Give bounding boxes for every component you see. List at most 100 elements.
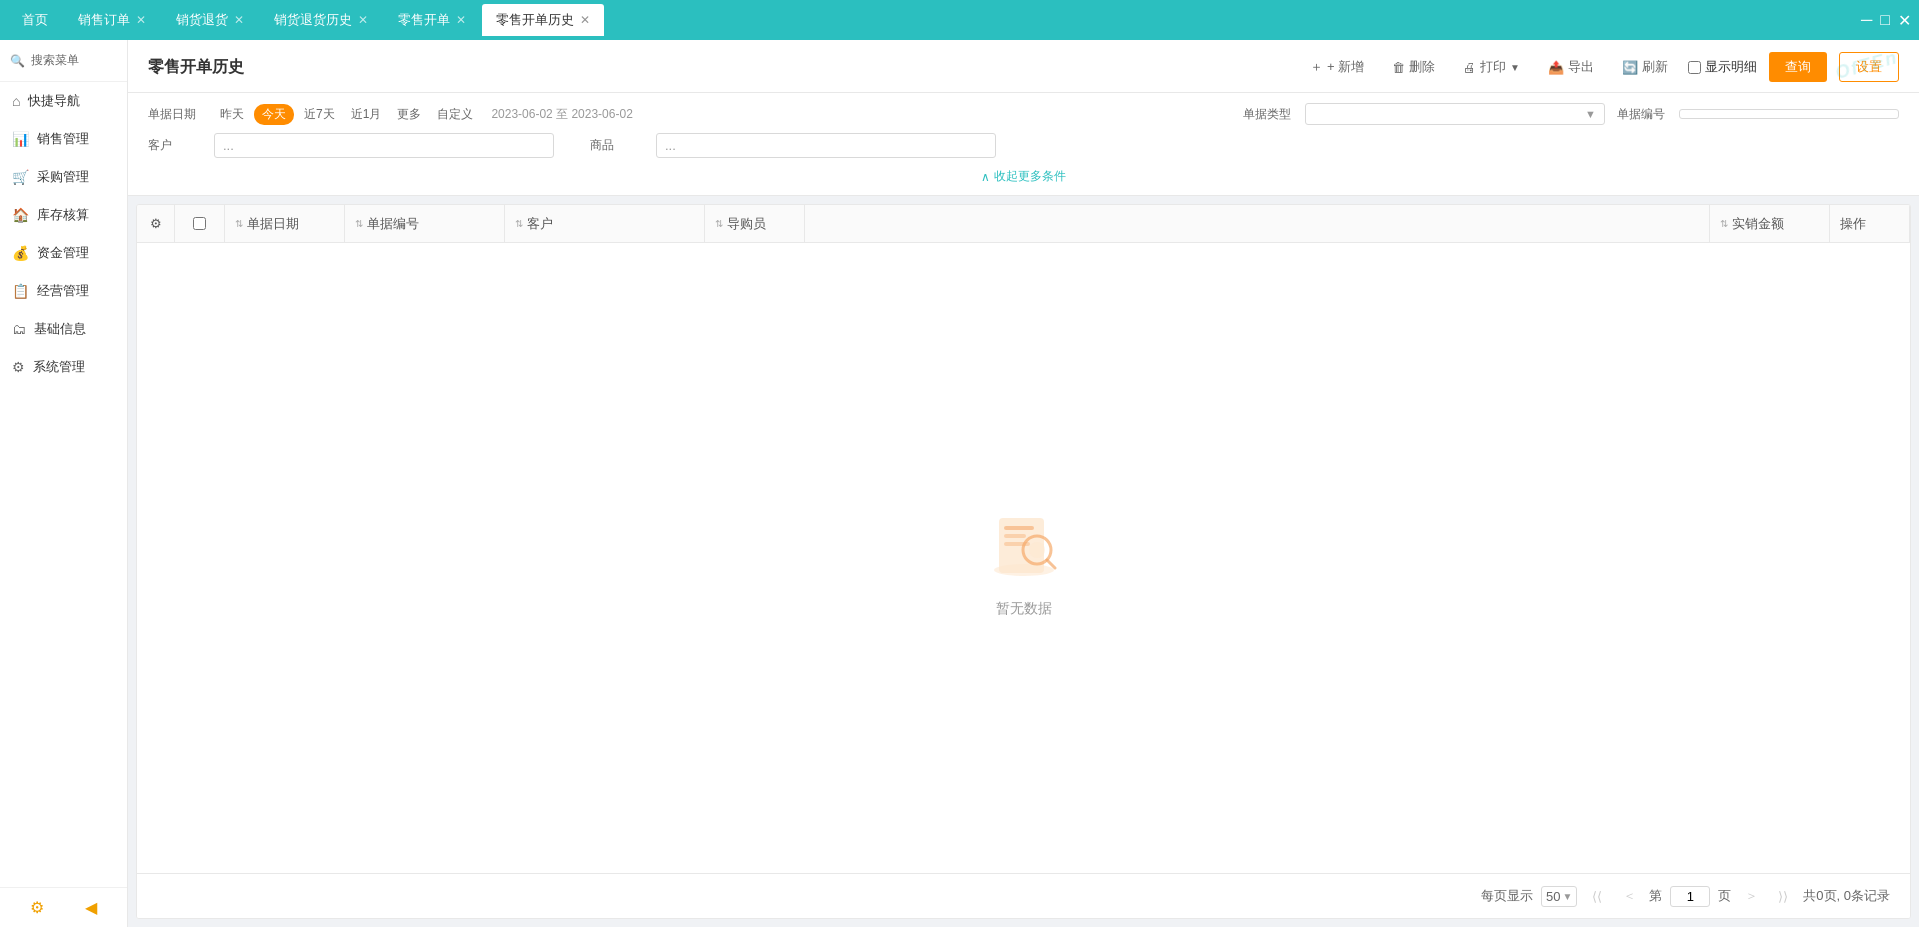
refresh-button[interactable]: 🔄 刷新 <box>1614 54 1676 80</box>
sidebar-item-operations[interactable]: 📋 经营管理 <box>0 272 127 310</box>
sidebar-bottom: ⚙ ◀ <box>0 887 127 927</box>
query-button[interactable]: 查询 <box>1769 52 1827 82</box>
th-customer-sort-icon: ⇅ <box>515 218 523 229</box>
page-first-btn[interactable]: ⟨⟨ <box>1585 884 1609 908</box>
page-prev-btn[interactable]: ＜ <box>1617 884 1641 908</box>
tab-retail-history[interactable]: 零售开单历史 ✕ <box>482 4 604 36</box>
page-header: 零售开单历史 ＋ + 新增 🗑 删除 🖨 打印 ▼ <box>128 40 1919 93</box>
sidebar-item-label-inventory: 库存核算 <box>37 206 89 224</box>
print-icon: 🖨 <box>1463 60 1476 75</box>
goods-label: 商品 <box>590 137 640 154</box>
tab-home[interactable]: 首页 <box>8 4 62 36</box>
sidebar: 🔍 搜索菜单 ⌂ 快捷导航 📊 销售管理 🛒 采购管理 🏠 库存核算 💰 资金管… <box>0 40 128 927</box>
th-flex <box>805 205 1710 242</box>
th-action: 操作 <box>1830 205 1910 242</box>
refresh-icon: 🔄 <box>1622 60 1638 75</box>
table-checkbox-col <box>175 205 225 242</box>
select-all-checkbox[interactable] <box>193 217 206 230</box>
show-detail-checkbox[interactable] <box>1688 61 1701 74</box>
page-next-btn[interactable]: ＞ <box>1739 884 1763 908</box>
export-button[interactable]: 📤 导出 <box>1540 54 1602 80</box>
window-controls: ─ □ ✕ <box>1861 11 1911 30</box>
sidebar-item-label-finance: 资金管理 <box>37 244 89 262</box>
sidebar-settings-icon[interactable]: ⚙ <box>30 898 44 917</box>
table-area: ⚙ ⇅ 单据日期 ⇅ 单据编号 ⇅ 客户 ⇅ <box>136 204 1911 919</box>
tab-close-sales-order[interactable]: ✕ <box>136 13 146 27</box>
table-settings-col[interactable]: ⚙ <box>137 205 175 242</box>
empty-illustration <box>979 498 1069 588</box>
table-header: ⚙ ⇅ 单据日期 ⇅ 单据编号 ⇅ 客户 ⇅ <box>137 205 1910 243</box>
operations-icon: 📋 <box>12 283 29 299</box>
tab-close-sales-return-history[interactable]: ✕ <box>358 13 368 27</box>
doc-type-select[interactable]: ▼ <box>1305 103 1605 125</box>
sidebar-item-system[interactable]: ⚙ 系统管理 <box>0 348 127 386</box>
th-sort-icon: ⇅ <box>235 218 243 229</box>
delete-icon: 🗑 <box>1392 60 1405 75</box>
print-button[interactable]: 🖨 打印 ▼ <box>1455 54 1528 80</box>
page-suffix: 页 <box>1718 887 1731 905</box>
table-settings-icon[interactable]: ⚙ <box>150 216 162 231</box>
show-detail-label: 显示明细 <box>1705 58 1757 76</box>
content-area: 零售开单历史 ＋ + 新增 🗑 删除 🖨 打印 ▼ <box>128 40 1919 927</box>
th-amount-sort-icon: ⇅ <box>1720 218 1728 229</box>
date-btn-custom[interactable]: 自定义 <box>431 104 479 125</box>
sidebar-item-label-quick-nav: 快捷导航 <box>28 92 80 110</box>
sidebar-item-purchase-mgmt[interactable]: 🛒 采购管理 <box>0 158 127 196</box>
per-page-value: 50 <box>1546 889 1560 904</box>
sidebar-collapse-icon[interactable]: ◀ <box>85 898 97 917</box>
th-amount[interactable]: ⇅ 实销金额 <box>1710 205 1830 242</box>
page-last-btn[interactable]: ⟩⟩ <box>1771 884 1795 908</box>
cart-icon: 🛒 <box>12 169 29 185</box>
goods-input[interactable]: ... <box>656 133 996 158</box>
add-button[interactable]: ＋ + 新增 <box>1302 54 1372 80</box>
filter-row-1: 单据日期 昨天 今天 近7天 近1月 更多 自定义 2023-06-02 至 2… <box>148 103 1899 125</box>
th-num[interactable]: ⇅ 单据编号 <box>345 205 505 242</box>
sidebar-item-finance[interactable]: 💰 资金管理 <box>0 234 127 272</box>
th-customer[interactable]: ⇅ 客户 <box>505 205 705 242</box>
svg-rect-3 <box>1004 534 1026 538</box>
tab-close-retail-open[interactable]: ✕ <box>456 13 466 27</box>
minimize-btn[interactable]: ─ <box>1861 11 1872 29</box>
tab-close-retail-history[interactable]: ✕ <box>580 13 590 27</box>
tab-sales-return[interactable]: 销货退货 ✕ <box>162 4 258 36</box>
show-detail-toggle[interactable]: 显示明细 <box>1688 58 1757 76</box>
basicinfo-icon: 🗂 <box>12 321 26 337</box>
date-label: 单据日期 <box>148 106 198 123</box>
main-layout: 🔍 搜索菜单 ⌂ 快捷导航 📊 销售管理 🛒 采购管理 🏠 库存核算 💰 资金管… <box>0 40 1919 927</box>
sidebar-item-sales-mgmt[interactable]: 📊 销售管理 <box>0 120 127 158</box>
close-btn[interactable]: ✕ <box>1898 11 1911 30</box>
customer-input[interactable]: ... <box>214 133 554 158</box>
sidebar-item-inventory[interactable]: 🏠 库存核算 <box>0 196 127 234</box>
collapse-toggle[interactable]: ∧ 收起更多条件 <box>148 166 1899 187</box>
th-guide[interactable]: ⇅ 导购员 <box>705 205 805 242</box>
per-page-label: 每页显示 <box>1481 887 1533 905</box>
sidebar-item-label-system: 系统管理 <box>33 358 85 376</box>
export-label: 导出 <box>1568 58 1594 76</box>
date-btn-today[interactable]: 今天 <box>254 104 294 125</box>
date-btn-7days[interactable]: 近7天 <box>298 104 341 125</box>
refresh-label: 刷新 <box>1642 58 1668 76</box>
sidebar-search-label: 搜索菜单 <box>31 52 79 69</box>
tab-sales-order[interactable]: 销售订单 ✕ <box>64 4 160 36</box>
th-date[interactable]: ⇅ 单据日期 <box>225 205 345 242</box>
delete-button[interactable]: 🗑 删除 <box>1384 54 1443 80</box>
sidebar-item-basic-info[interactable]: 🗂 基础信息 <box>0 310 127 348</box>
add-icon: ＋ <box>1310 58 1323 76</box>
per-page-arrow-icon: ▼ <box>1562 891 1572 902</box>
doc-num-input[interactable] <box>1679 109 1899 119</box>
settings-button[interactable]: 设置 <box>1839 52 1899 82</box>
tab-sales-return-history[interactable]: 销货退货历史 ✕ <box>260 4 382 36</box>
th-guide-sort-icon: ⇅ <box>715 218 723 229</box>
date-btn-more[interactable]: 更多 <box>391 104 427 125</box>
date-btn-1month[interactable]: 近1月 <box>345 104 388 125</box>
page-number-input[interactable] <box>1670 886 1710 907</box>
per-page-select[interactable]: 50 ▼ <box>1541 886 1577 907</box>
date-btn-yesterday[interactable]: 昨天 <box>214 104 250 125</box>
tab-retail-open[interactable]: 零售开单 ✕ <box>384 4 480 36</box>
sidebar-item-quick-nav[interactable]: ⌂ 快捷导航 <box>0 82 127 120</box>
sidebar-search[interactable]: 🔍 搜索菜单 <box>0 40 127 82</box>
tab-close-sales-return[interactable]: ✕ <box>234 13 244 27</box>
filter-area: 单据日期 昨天 今天 近7天 近1月 更多 自定义 2023-06-02 至 2… <box>128 93 1919 196</box>
customer-label: 客户 <box>148 137 198 154</box>
maximize-btn[interactable]: □ <box>1880 11 1890 29</box>
